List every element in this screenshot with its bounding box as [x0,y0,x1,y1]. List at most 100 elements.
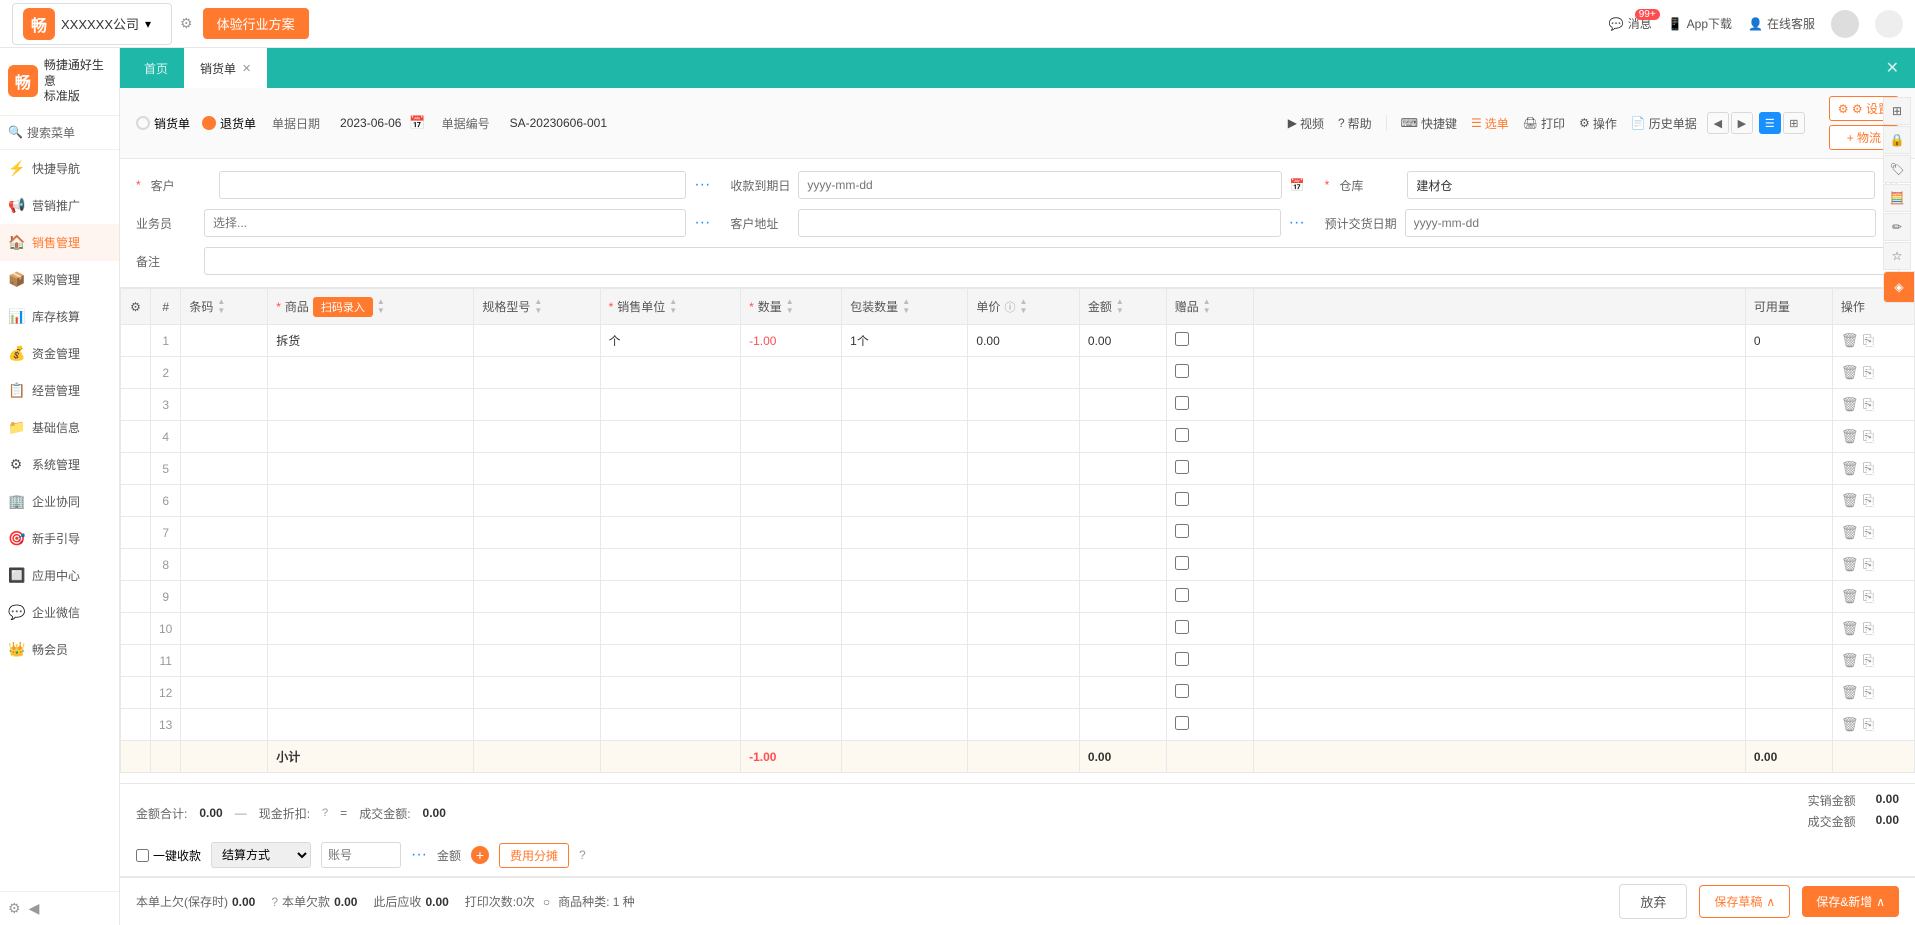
row4-copy-icon[interactable]: ⎘ [1863,428,1874,445]
sidebar-item-app-center[interactable]: 🔲 应用中心 [0,557,119,594]
toolbar-history[interactable]: 📄 历史单据 [1627,113,1701,134]
row2-copy-icon[interactable]: ⎘ [1863,364,1874,381]
addr-dots[interactable]: ··· [1289,214,1305,232]
sidebar-item-basic[interactable]: 📁 基础信息 [0,409,119,446]
nav-next[interactable]: ▶ [1731,112,1753,134]
row5-delete-icon[interactable]: 🗑 [1841,460,1859,477]
row9-gift-checkbox[interactable] [1175,588,1189,602]
row7-copy-icon[interactable]: ⎘ [1863,524,1874,541]
float-orange-icon[interactable]: ◈ [1883,271,1915,303]
radio-return[interactable]: 退货单 [202,115,256,132]
row1-unit-price[interactable]: 0.00 [968,325,1079,357]
float-star-icon[interactable]: ☆ [1883,242,1911,270]
row12-delete-icon[interactable]: 🗑 [1841,684,1859,701]
save-new-button[interactable]: 保存&新增 ∧ [1802,886,1899,917]
one-click-payment-checkbox[interactable]: 一键收款 [136,847,201,864]
row1-pkg-qty[interactable]: 1个 [842,325,968,357]
nav-prev[interactable]: ◀ [1707,112,1729,134]
sidebar-item-finance[interactable]: 💰 资金管理 [0,335,119,372]
row11-gift-checkbox[interactable] [1175,652,1189,666]
row6-gift-checkbox[interactable] [1175,492,1189,506]
avatar[interactable] [1831,10,1859,38]
row1-product[interactable]: 拆货 [268,325,474,357]
one-click-payment-check[interactable] [136,849,149,862]
sidebar-item-sales[interactable]: 🏠 销售管理 [0,224,119,261]
save-draft-button[interactable]: 保存草稿 ∧ [1699,885,1790,918]
row10-gift-checkbox[interactable] [1175,620,1189,634]
toolbar-print[interactable]: 🖨 打印 [1519,113,1569,134]
remark-input[interactable] [204,247,1899,275]
row8-gift-checkbox[interactable] [1175,556,1189,570]
radio-sales[interactable]: 销货单 [136,115,190,132]
settings-icon[interactable]: ⚙ [180,15,193,32]
row13-delete-icon[interactable]: 🗑 [1841,716,1859,733]
row1-gift-checkbox[interactable] [1175,332,1189,346]
row9-copy-icon[interactable]: ⎘ [1863,588,1874,605]
row4-gift-checkbox[interactable] [1175,428,1189,442]
toolbar-help[interactable]: ? 帮助 [1334,113,1376,134]
sidebar-item-purchase[interactable]: 📦 采购管理 [0,261,119,298]
float-lock-icon[interactable]: 🔒 [1883,126,1911,154]
sidebar-item-system[interactable]: ⚙ 系统管理 [0,446,119,483]
tab-close-icon[interactable]: ✕ [242,62,251,75]
sidebar-collapse-icon[interactable]: ◀ [29,900,40,917]
tab-home[interactable]: 首页 [128,48,184,88]
view-grid-btn[interactable]: ⊞ [1783,112,1805,134]
sidebar-item-wechat[interactable]: 💬 企业微信 [0,594,119,631]
row13-gift-checkbox[interactable] [1175,716,1189,730]
trial-button[interactable]: 体验行业方案 [203,8,309,39]
row10-copy-icon[interactable]: ⎘ [1863,620,1874,637]
payment-calendar-icon[interactable]: 📅 [1290,178,1305,192]
toolbar-shortcut[interactable]: ⌨ 快捷键 [1397,113,1461,134]
sidebar-item-inventory[interactable]: 📊 库存核算 [0,298,119,335]
row3-copy-icon[interactable]: ⎘ [1863,396,1874,413]
row7-gift-checkbox[interactable] [1175,524,1189,538]
float-edit-icon[interactable]: ✏ [1883,213,1911,241]
float-table-icon[interactable]: ⊞ [1883,97,1911,125]
sidebar-settings-icon[interactable]: ⚙ [8,900,21,917]
row8-delete-icon[interactable]: 🗑 [1841,556,1859,573]
salesman-input[interactable] [204,209,686,237]
account-input[interactable] [321,842,401,868]
unit-price-info-icon[interactable]: ⓘ [1004,299,1015,315]
add-payment-button[interactable]: + [471,846,489,864]
row1-spec[interactable] [474,325,600,357]
discount-info-icon[interactable]: ? [322,807,328,819]
row1-unit[interactable]: 个 [600,325,740,357]
view-list-btn[interactable]: ☰ [1759,112,1781,134]
col-settings[interactable]: ⚙ [121,289,151,325]
online-service-btn[interactable]: 👤 在线客服 [1748,15,1815,32]
account-dots[interactable]: ··· [411,846,427,864]
message-btn[interactable]: 💬 消息 99+ [1609,15,1652,32]
customer-input[interactable] [219,171,687,199]
sidebar-item-enterprise[interactable]: 🏢 企业协同 [0,483,119,520]
sidebar-item-operations[interactable]: 📋 经营管理 [0,372,119,409]
row12-copy-icon[interactable]: ⎘ [1863,684,1874,701]
settlement-method-select[interactable]: 结算方式 [211,842,311,868]
row3-delete-icon[interactable]: 🗑 [1841,396,1859,413]
row5-gift-checkbox[interactable] [1175,460,1189,474]
radio-return-circle[interactable] [202,116,216,130]
float-tag-icon[interactable]: 🏷 [1883,155,1911,183]
row1-delete-icon[interactable]: 🗑 [1841,332,1859,349]
toolbar-select[interactable]: ☰ 选单 [1467,113,1513,134]
float-calculator-icon[interactable]: 🧮 [1883,184,1911,212]
row12-gift-checkbox[interactable] [1175,684,1189,698]
delivery-date-input[interactable] [1405,209,1876,237]
row2-gift-checkbox[interactable] [1175,364,1189,378]
discard-button[interactable]: 放弃 [1619,884,1687,919]
radio-sales-circle[interactable] [136,116,150,130]
row1-qty[interactable]: -1.00 [741,325,842,357]
toolbar-video[interactable]: ▶ 视频 [1284,113,1328,134]
row1-amount[interactable]: 0.00 [1079,325,1166,357]
date-icon[interactable]: 📅 [409,115,425,131]
sidebar-search[interactable]: 🔍 搜索菜单 [0,116,119,150]
row1-copy-icon[interactable]: ⎘ [1863,332,1874,349]
customer-dots[interactable]: ··· [694,176,710,194]
warehouse-input[interactable] [1407,171,1875,199]
row2-delete-icon[interactable]: 🗑 [1841,364,1859,381]
toolbar-operate[interactable]: ⚙ 操作 [1575,113,1621,134]
expense-help-icon[interactable]: ? [579,848,586,862]
row11-delete-icon[interactable]: 🗑 [1841,652,1859,669]
tab-bar-close-icon[interactable]: ✕ [1878,58,1907,78]
